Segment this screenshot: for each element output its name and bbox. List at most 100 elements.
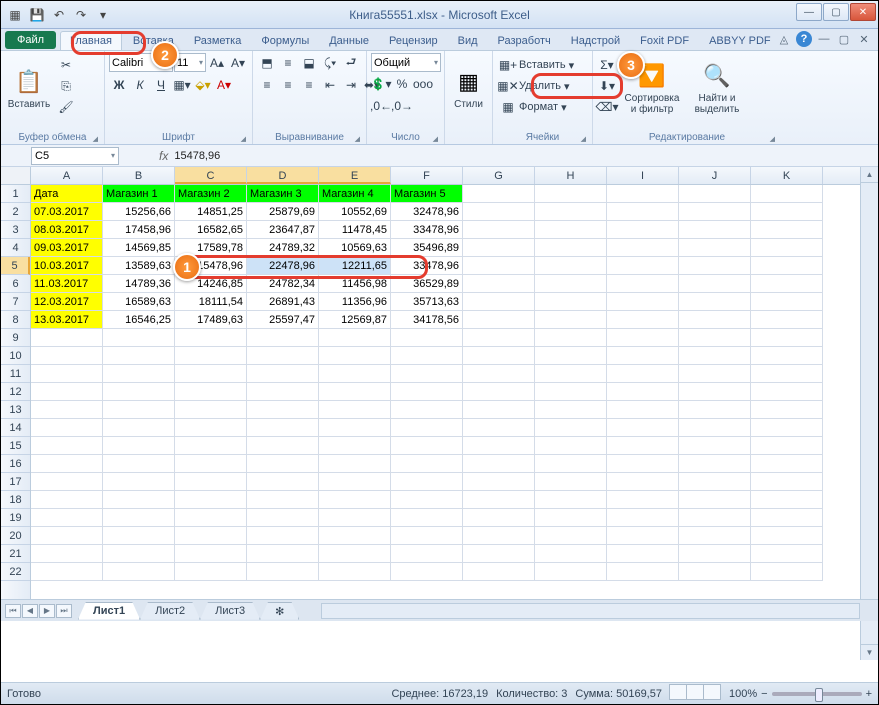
qat-more-icon[interactable]: ▾ (95, 7, 111, 23)
cell[interactable] (463, 185, 535, 203)
cell[interactable] (31, 365, 103, 383)
cell[interactable] (607, 347, 679, 365)
cell[interactable]: 23647,87 (247, 221, 319, 239)
cell[interactable]: 25879,69 (247, 203, 319, 221)
cell[interactable] (175, 491, 247, 509)
tab-foxit[interactable]: Foxit PDF (631, 32, 698, 50)
cell[interactable]: 14851,25 (175, 203, 247, 221)
view-buttons[interactable] (670, 684, 721, 703)
cell[interactable] (391, 365, 463, 383)
cell[interactable] (31, 455, 103, 473)
cell[interactable] (535, 563, 607, 581)
cell[interactable]: 14569,85 (103, 239, 175, 257)
paste-button[interactable]: 📋 Вставить (5, 53, 53, 123)
cell[interactable]: 13589,63 (103, 257, 175, 275)
cell[interactable] (679, 473, 751, 491)
cell[interactable] (535, 419, 607, 437)
zoom-out-icon[interactable]: − (761, 688, 767, 700)
cell[interactable] (319, 491, 391, 509)
decrease-font-icon[interactable]: A▾ (228, 53, 248, 73)
cell[interactable] (535, 293, 607, 311)
cell[interactable] (679, 509, 751, 527)
cell[interactable] (535, 527, 607, 545)
cell[interactable] (751, 293, 823, 311)
insert-cells-button[interactable]: ▦+Вставить ▾ (497, 55, 588, 75)
cell[interactable] (103, 473, 175, 491)
cell[interactable] (535, 437, 607, 455)
cell[interactable] (391, 329, 463, 347)
column-header-H[interactable]: H (535, 167, 607, 184)
cell[interactable] (391, 455, 463, 473)
cell[interactable] (751, 491, 823, 509)
cell[interactable] (463, 329, 535, 347)
cell[interactable] (751, 419, 823, 437)
underline-icon[interactable]: Ч (151, 75, 171, 95)
indent-inc-icon[interactable]: ⇥ (341, 75, 361, 95)
number-format-select[interactable]: Общий (371, 53, 441, 72)
cell[interactable] (103, 365, 175, 383)
cell[interactable] (103, 545, 175, 563)
cell[interactable] (247, 509, 319, 527)
row-header-7[interactable]: 7 (1, 293, 30, 311)
worksheet-grid[interactable]: ABCDEFGHIJK 1234567891011121314151617181… (1, 167, 878, 599)
cell[interactable]: 10.03.2017 (31, 257, 103, 275)
cell[interactable]: 12569,87 (319, 311, 391, 329)
cell[interactable] (247, 455, 319, 473)
cell[interactable] (103, 383, 175, 401)
cell[interactable] (31, 401, 103, 419)
cell[interactable]: 17458,96 (103, 221, 175, 239)
cell[interactable] (103, 509, 175, 527)
cell[interactable] (463, 473, 535, 491)
cell[interactable] (247, 329, 319, 347)
copy-icon[interactable]: ⎘ (56, 76, 76, 96)
cell[interactable]: 33478,96 (391, 221, 463, 239)
tab-file[interactable]: Файл (5, 31, 56, 49)
align-center-icon[interactable]: ≡ (278, 75, 298, 95)
cell[interactable] (679, 185, 751, 203)
sheet-tab-Лист2[interactable]: Лист2 (140, 602, 200, 620)
cell[interactable]: 11456,98 (319, 275, 391, 293)
cell[interactable] (751, 311, 823, 329)
cell[interactable] (607, 365, 679, 383)
cell[interactable] (535, 185, 607, 203)
cell[interactable]: 24789,32 (247, 239, 319, 257)
cell[interactable] (607, 383, 679, 401)
cell[interactable] (175, 473, 247, 491)
cell[interactable] (463, 545, 535, 563)
row-header-16[interactable]: 16 (1, 455, 30, 473)
align-left-icon[interactable]: ≡ (257, 75, 277, 95)
cell[interactable] (751, 257, 823, 275)
row-header-2[interactable]: 2 (1, 203, 30, 221)
column-header-I[interactable]: I (607, 167, 679, 184)
cell[interactable] (463, 275, 535, 293)
cell[interactable] (751, 563, 823, 581)
cell[interactable]: 18111,54 (175, 293, 247, 311)
cell[interactable] (319, 473, 391, 491)
cell[interactable] (535, 383, 607, 401)
cell[interactable] (391, 473, 463, 491)
tab-data[interactable]: Данные (320, 32, 378, 50)
cell[interactable] (319, 329, 391, 347)
row-header-17[interactable]: 17 (1, 473, 30, 491)
sheet-first-icon[interactable]: ⏮ (5, 604, 21, 618)
cell[interactable] (679, 293, 751, 311)
cell[interactable] (535, 311, 607, 329)
cell[interactable]: 11.03.2017 (31, 275, 103, 293)
cell[interactable] (751, 365, 823, 383)
cell[interactable] (679, 401, 751, 419)
cell[interactable]: 35713,63 (391, 293, 463, 311)
cell[interactable] (607, 473, 679, 491)
cell[interactable] (319, 563, 391, 581)
cell[interactable] (247, 545, 319, 563)
cell[interactable] (463, 203, 535, 221)
cell[interactable] (679, 545, 751, 563)
cell[interactable] (319, 527, 391, 545)
cell[interactable] (247, 347, 319, 365)
autosum-icon[interactable]: Σ▾ (597, 55, 617, 75)
cell[interactable] (751, 347, 823, 365)
italic-icon[interactable]: К (130, 75, 150, 95)
align-top-icon[interactable]: ⬒ (257, 53, 277, 73)
cell[interactable]: 13.03.2017 (31, 311, 103, 329)
column-header-B[interactable]: B (103, 167, 175, 184)
row-header-18[interactable]: 18 (1, 491, 30, 509)
